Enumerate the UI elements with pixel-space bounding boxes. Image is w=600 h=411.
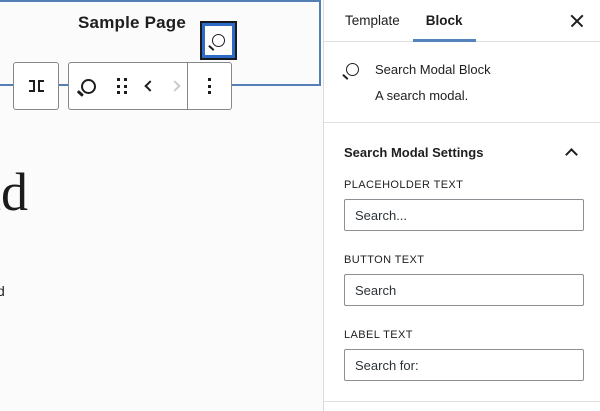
search-modal-block-button[interactable] — [200, 21, 237, 60]
search-icon — [346, 63, 359, 76]
label-text-input[interactable] — [344, 349, 584, 381]
placeholder-text-label: PLACEHOLDER TEXT — [344, 179, 464, 191]
search-modal-settings-panel: Search Modal Settings PLACEHOLDER TEXT B… — [324, 123, 600, 402]
select-parent-block-button[interactable] — [13, 62, 59, 110]
block-selection-outline-top — [0, 0, 321, 2]
block-toolbar — [68, 62, 232, 110]
drag-dots-icon — [117, 78, 127, 94]
chevron-right-icon — [168, 80, 181, 92]
close-icon — [570, 14, 584, 28]
brackets-modal-icon — [28, 80, 35, 92]
heading-text-fragment: nd — [0, 162, 28, 222]
page-title: Sample Page — [78, 13, 187, 32]
label-text-label: LABEL TEXT — [344, 329, 413, 341]
block-card-description: A search modal. — [375, 88, 469, 103]
inspector-tabs: Template Block — [324, 0, 600, 42]
drag-handle[interactable] — [107, 63, 137, 109]
block-card: Search Modal Block A search modal. — [324, 42, 600, 123]
settings-panel-title: Search Modal Settings — [344, 145, 484, 160]
block-selection-outline-right — [319, 0, 321, 86]
search-icon — [80, 78, 96, 94]
chevron-left-icon — [143, 80, 156, 92]
move-right-button[interactable] — [162, 63, 187, 109]
move-left-button[interactable] — [137, 63, 162, 109]
vertical-ellipsis-icon — [208, 78, 211, 94]
brackets-modal-icon — [37, 80, 44, 92]
placeholder-text-field: PLACEHOLDER TEXT — [344, 179, 584, 231]
inspector-sidebar: Template Block Search Modal Block A sear… — [323, 0, 600, 411]
tab-template[interactable]: Template — [332, 0, 413, 41]
editor-canvas: Sample Page nd d — [0, 0, 323, 411]
button-text-label: BUTTON TEXT — [344, 254, 425, 266]
block-card-title: Search Modal Block — [375, 62, 491, 77]
button-text-input[interactable] — [344, 274, 584, 306]
label-text-field: LABEL TEXT — [344, 329, 584, 381]
close-sidebar-button[interactable] — [554, 0, 600, 41]
placeholder-text-input[interactable] — [344, 199, 584, 231]
paragraph-text-fragment: d — [0, 283, 5, 299]
button-text-field: BUTTON TEXT — [344, 254, 584, 306]
tab-block[interactable]: Block — [412, 0, 476, 42]
settings-panel-toggle[interactable]: Search Modal Settings — [344, 145, 584, 161]
magnifier-icon — [212, 34, 225, 47]
options-button[interactable] — [188, 63, 231, 109]
block-type-search-button[interactable] — [69, 63, 107, 109]
chevron-up-icon — [565, 148, 578, 161]
